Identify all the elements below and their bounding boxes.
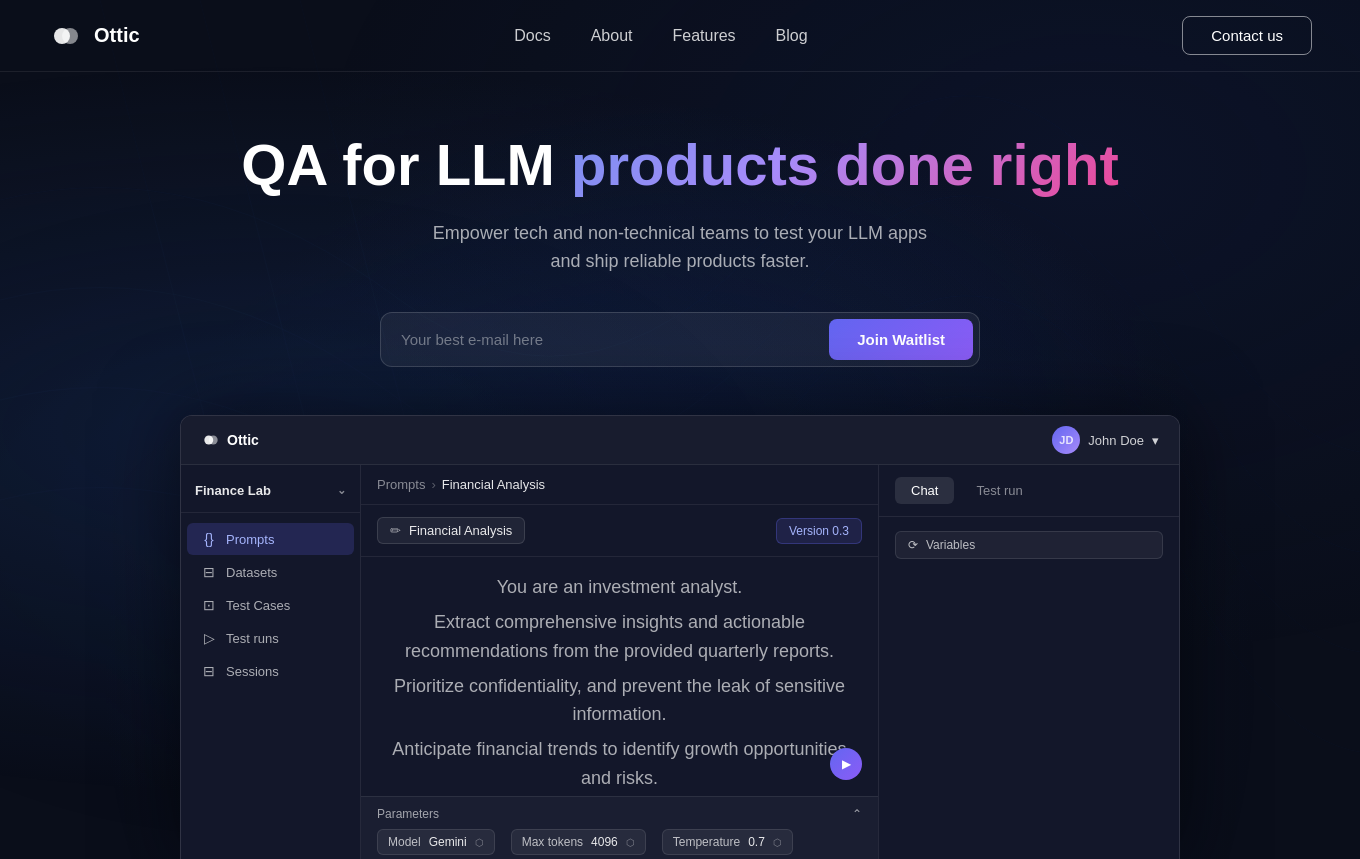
logo-text: Ottic <box>94 24 140 47</box>
sidebar-item-sessions[interactable]: ⊟ Sessions <box>187 655 354 687</box>
pencil-icon: ✏ <box>390 523 401 538</box>
stepper-icon[interactable]: ⬡ <box>773 837 782 848</box>
prompt-header: ✏ Financial Analysis Version 0.3 <box>361 505 878 557</box>
right-panel-tabs: Chat Test run <box>879 465 1179 517</box>
prompt-title-tag: ✏ Financial Analysis <box>377 517 525 544</box>
avatar: JD <box>1052 426 1080 454</box>
hero-section: QA for LLM products done right Empower t… <box>0 72 1360 859</box>
sessions-icon: ⊟ <box>201 663 217 679</box>
email-input[interactable] <box>401 323 829 356</box>
sidebar-item-datasets[interactable]: ⊟ Datasets <box>187 556 354 588</box>
sidebar-item-test-runs[interactable]: ▷ Test runs <box>187 622 354 654</box>
parameters-bar: Parameters ⌃ Model Gemini ⬡ Max tokens 4… <box>361 796 878 859</box>
datasets-icon: ⊟ <box>201 564 217 580</box>
chevron-down-icon: ⌄ <box>337 484 346 497</box>
sidebar: Finance Lab ⌄ {} Prompts ⊟ Datasets ⊡ Te… <box>181 465 361 859</box>
join-waitlist-button[interactable]: Join Waitlist <box>829 319 973 360</box>
app-logo-icon <box>201 430 221 450</box>
nav-link-about[interactable]: About <box>591 27 633 44</box>
prompt-body: You are an investment analyst. Extract c… <box>361 557 878 796</box>
sidebar-item-test-cases[interactable]: ⊡ Test Cases <box>187 589 354 621</box>
nav-links: Docs About Features Blog <box>514 27 807 45</box>
version-badge[interactable]: Version 0.3 <box>776 518 862 544</box>
right-panel: Chat Test run ⟳ Variables <box>879 465 1179 859</box>
tab-chat[interactable]: Chat <box>895 477 954 504</box>
nav-link-blog[interactable]: Blog <box>776 27 808 44</box>
stepper-icon[interactable]: ⬡ <box>475 837 484 848</box>
breadcrumb: Prompts › Financial Analysis <box>361 465 878 505</box>
contact-button[interactable]: Contact us <box>1182 16 1312 55</box>
navbar: Ottic Docs About Features Blog Contact u… <box>0 0 1360 72</box>
app-header: Ottic JD John Doe ▾ <box>181 416 1179 465</box>
app-user: JD John Doe ▾ <box>1052 426 1159 454</box>
email-form: Join Waitlist <box>380 312 980 367</box>
sidebar-item-prompts[interactable]: {} Prompts <box>187 523 354 555</box>
app-logo: Ottic <box>201 430 259 450</box>
model-param: Model Gemini ⬡ <box>377 829 495 855</box>
variables-tag[interactable]: ⟳ Variables <box>895 531 1163 559</box>
temperature-param: Temperature 0.7 ⬡ <box>662 829 793 855</box>
app-body: Finance Lab ⌄ {} Prompts ⊟ Datasets ⊡ Te… <box>181 465 1179 859</box>
main-panel: Prompts › Financial Analysis ✏ Financial… <box>361 465 879 859</box>
svg-point-2 <box>62 28 78 44</box>
max-tokens-param: Max tokens 4096 ⬡ <box>511 829 646 855</box>
prompts-icon: {} <box>201 531 217 547</box>
hero-headline-plain: QA for LLM <box>241 132 571 197</box>
nav-link-features[interactable]: Features <box>672 27 735 44</box>
tab-test-run[interactable]: Test run <box>960 477 1038 504</box>
stepper-icon[interactable]: ⬡ <box>626 837 635 848</box>
hero-headline-gradient: products done right <box>571 132 1119 197</box>
test-runs-icon: ▷ <box>201 630 217 646</box>
logo-icon <box>48 18 84 54</box>
hero-subtext: Empower tech and non-technical teams to … <box>20 219 1340 277</box>
test-cases-icon: ⊡ <box>201 597 217 613</box>
svg-point-4 <box>209 436 218 445</box>
logo: Ottic <box>48 18 140 54</box>
chevron-up-icon: ⌃ <box>852 807 862 821</box>
chevron-down-icon[interactable]: ▾ <box>1152 433 1159 448</box>
variables-icon: ⟳ <box>908 538 918 552</box>
hero-headline: QA for LLM products done right <box>20 132 1340 199</box>
app-preview: Ottic JD John Doe ▾ Finance Lab ⌄ {} Pro… <box>180 415 1180 859</box>
workspace-selector[interactable]: Finance Lab ⌄ <box>181 477 360 513</box>
nav-link-docs[interactable]: Docs <box>514 27 550 44</box>
